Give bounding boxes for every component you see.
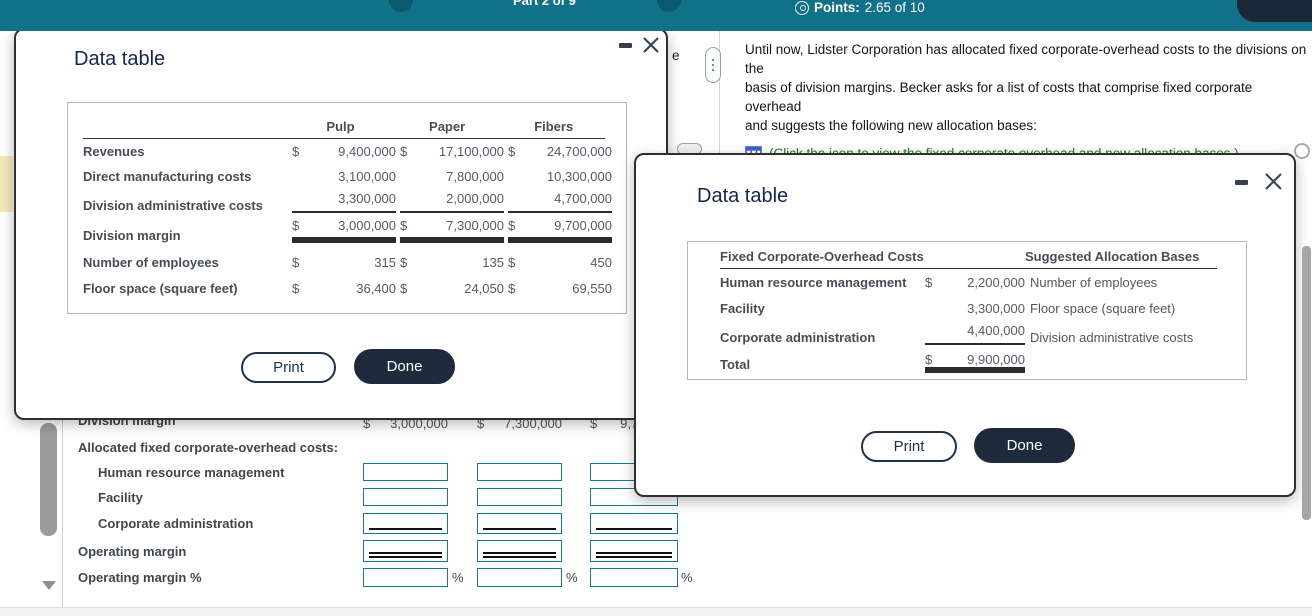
points-label: Points:: [814, 0, 860, 15]
input-opmarginpct-paper[interactable]: [477, 568, 562, 587]
covered-text-fragment: e: [672, 48, 680, 63]
table-header-row: Fixed Corporate-Overhead Costs Suggested…: [720, 244, 1217, 269]
percent-sign: %: [566, 570, 578, 585]
row-label: Number of employees: [83, 254, 219, 270]
column-header: Paper: [429, 119, 466, 134]
worksheet-row-hrm-label: Human resource management: [98, 465, 285, 480]
input-corpadmin-fibers[interactable]: [590, 513, 678, 534]
row-label: Human resource management: [720, 274, 907, 290]
column-header: Pulp: [326, 119, 355, 134]
column-header: Fibers: [534, 119, 574, 134]
dialog-title: Data table: [74, 48, 166, 70]
row-label: Division administrative costs: [83, 198, 263, 213]
table-header-row: Pulp Paper Fibers: [83, 103, 605, 139]
data-table-dialog-2: Data table Fixed Corporate-Overhead Cost…: [634, 153, 1296, 497]
minimize-icon[interactable]: [619, 43, 632, 48]
input-opmargin-pulp[interactable]: [363, 540, 448, 562]
question-line: and suggests the following new allocatio…: [745, 118, 1037, 133]
input-corpadmin-paper[interactable]: [477, 513, 562, 534]
table-row: Facility 3,300,000 Floor space (square f…: [720, 300, 1176, 316]
right-scrollbar-thumb[interactable]: [1302, 246, 1311, 520]
pane-divider-handle[interactable]: [705, 47, 721, 83]
app-screen: Division margin $3,000,000 $7,300,000 $9…: [0, 0, 1312, 616]
row-label: Division margin: [83, 228, 181, 243]
allocation-base: Division administrative costs: [1030, 330, 1194, 345]
horizontal-scrollbar-track[interactable]: [0, 607, 1312, 616]
table-row: Number of employees $315 $135 $450: [83, 254, 612, 270]
worksheet-alloc-header: Allocated fixed corporate-overhead costs…: [78, 440, 339, 455]
points-value: 2.65 of 10: [864, 0, 925, 15]
close-icon[interactable]: [1263, 171, 1283, 191]
nav-circle-icon: [657, 0, 681, 12]
row-label: Total: [720, 357, 751, 372]
dialog-title: Data table: [697, 185, 789, 207]
worksheet-row-corpadmin-label: Corporate administration: [98, 516, 254, 531]
input-opmargin-paper[interactable]: [477, 540, 562, 562]
input-opmarginpct-fibers[interactable]: [590, 568, 678, 587]
percent-sign: %: [681, 570, 693, 585]
row-label: Revenues: [83, 144, 145, 159]
input-hrm-paper[interactable]: [477, 463, 562, 481]
worksheet-operating-margin-pct-label: Operating margin %: [78, 570, 202, 585]
left-scrollbar-thumb[interactable]: [40, 423, 57, 536]
close-icon[interactable]: [641, 35, 661, 55]
minimize-icon[interactable]: [1235, 180, 1248, 185]
points-badge-icon: [795, 0, 809, 15]
percent-sign: %: [452, 570, 464, 585]
top-bar: Part 2 of 9 Points: 2.65 of 10: [0, 0, 1312, 31]
print-button[interactable]: Print: [861, 431, 957, 462]
top-right-button[interactable]: [1237, 0, 1312, 22]
input-facility-paper[interactable]: [477, 488, 562, 506]
question-line: Until now, Lidster Corporation has alloc…: [745, 42, 1307, 76]
table-row: Floor space (square feet) $36,400 $24,05…: [83, 280, 612, 296]
table-row: Total $9,900,000: [720, 352, 1025, 372]
covered-handle-fragment: [1294, 143, 1310, 159]
table-row: Human resource management $2,200,000 Num…: [720, 274, 1158, 290]
row-label: Floor space (square feet): [83, 280, 238, 296]
print-button[interactable]: Print: [241, 352, 336, 383]
done-button[interactable]: Done: [354, 349, 455, 384]
allocation-base: Floor space (square feet): [1030, 300, 1176, 316]
worksheet-row-facility-label: Facility: [98, 490, 143, 505]
data-table-dialog-1: Data table Pulp Paper Fibers Revenues $9…: [14, 28, 668, 420]
done-button[interactable]: Done: [974, 428, 1075, 463]
worksheet-operating-margin-label: Operating margin: [78, 544, 187, 559]
input-facility-pulp[interactable]: [363, 488, 448, 506]
input-hrm-pulp[interactable]: [363, 463, 448, 481]
nav-circle-icon: [389, 0, 413, 12]
left-scrollbar-down-arrow[interactable]: [42, 581, 56, 590]
column-header: Fixed Corporate-Overhead Costs: [720, 249, 924, 264]
allocation-base: Number of employees: [1030, 274, 1158, 290]
input-opmargin-fibers[interactable]: [590, 540, 678, 562]
row-label: Direct manufacturing costs: [83, 169, 252, 184]
sidebar-highlight: [0, 156, 13, 212]
question-line: basis of division margins. Becker asks f…: [745, 80, 1253, 114]
table-row: Division margin $3,000,000 $7,300,000 $9…: [83, 218, 612, 243]
part-progress-label: Part 2 of 9: [513, 0, 576, 8]
division-data-table: Pulp Paper Fibers Revenues $9,400,000 $1…: [67, 102, 627, 314]
table-row: Corporate administration 4,400,000 Divis…: [720, 323, 1194, 345]
overhead-data-table: Fixed Corporate-Overhead Costs Suggested…: [687, 241, 1247, 380]
table-row: Direct manufacturing costs 3,100,000 7,8…: [83, 169, 612, 184]
column-header: Suggested Allocation Bases: [1025, 249, 1200, 264]
row-label: Corporate administration: [720, 330, 876, 345]
table-row: Revenues $9,400,000 $17,100,000 $24,700,…: [83, 144, 612, 159]
input-corpadmin-pulp[interactable]: [363, 513, 448, 534]
row-label: Facility: [720, 300, 765, 316]
table-row: Division administrative costs 3,300,000 …: [83, 191, 612, 213]
input-opmarginpct-pulp[interactable]: [363, 568, 448, 587]
